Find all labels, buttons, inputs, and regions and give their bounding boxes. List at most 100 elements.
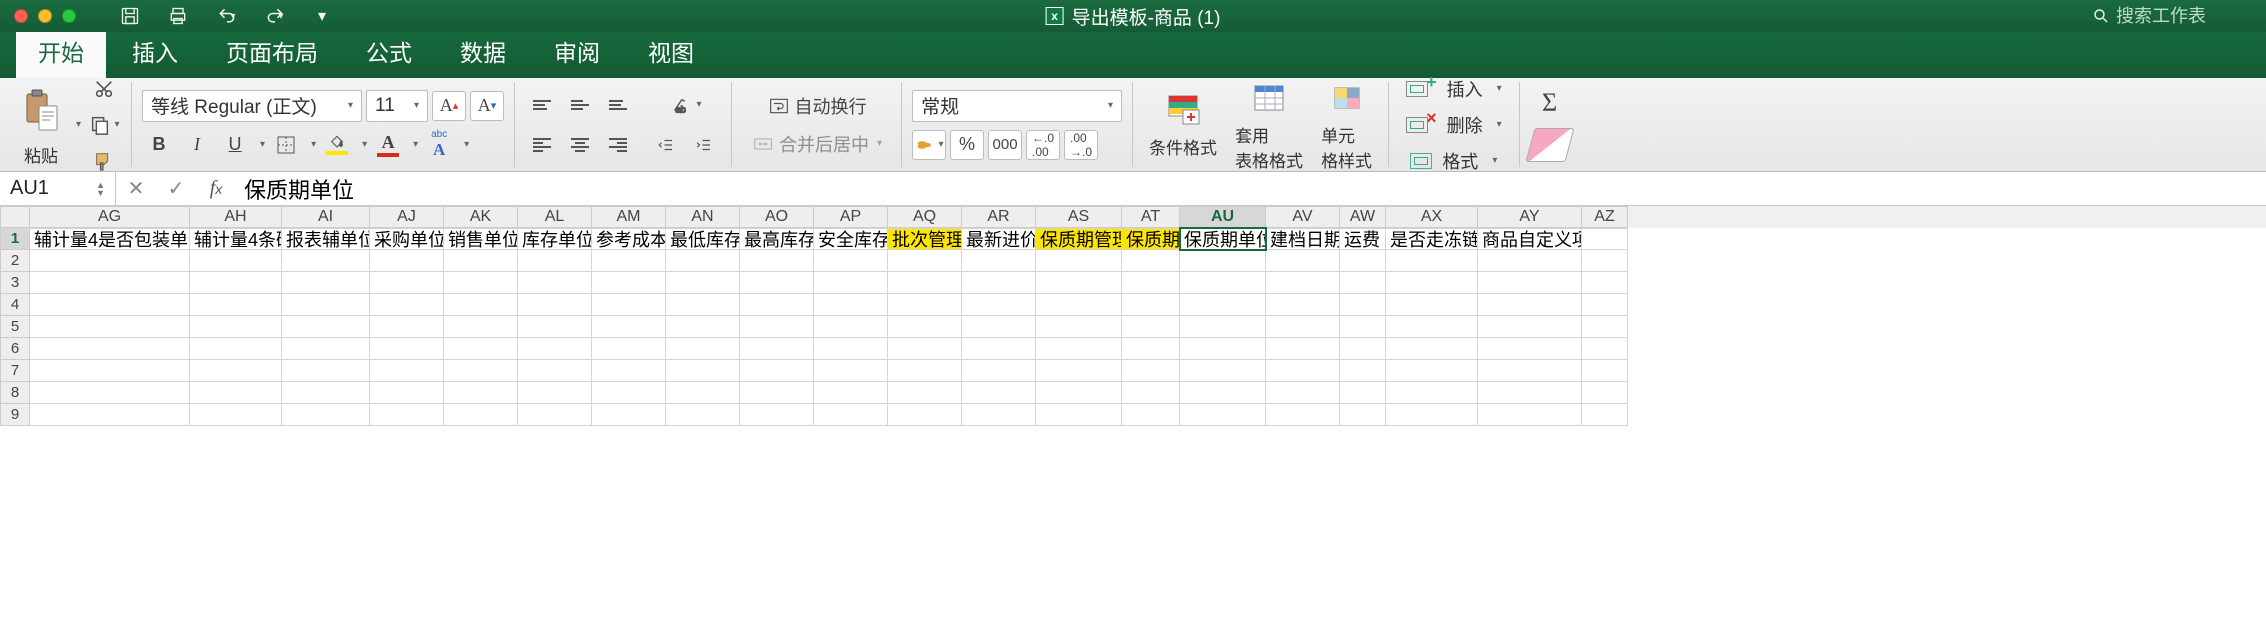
spreadsheet-grid[interactable]: AGAHAIAJAKALAMANAOAPAQARASATAUAVAWAXAYAZ… [0, 206, 2266, 426]
accept-formula-button[interactable]: ✓ [156, 172, 196, 205]
cell[interactable] [1122, 360, 1180, 382]
cell[interactable] [1478, 272, 1582, 294]
cell[interactable] [962, 338, 1036, 360]
cell[interactable] [30, 250, 190, 272]
cell[interactable] [814, 294, 888, 316]
cell[interactable] [1340, 382, 1386, 404]
row-header[interactable]: 5 [0, 316, 30, 338]
cell[interactable] [370, 250, 444, 272]
tab-review[interactable]: 审阅 [532, 24, 622, 78]
cell[interactable] [962, 404, 1036, 426]
cell[interactable] [282, 250, 370, 272]
orientation-button[interactable]: ab▾ [649, 90, 721, 120]
cell[interactable] [1266, 382, 1340, 404]
cell[interactable]: 销售单位 [444, 228, 518, 250]
cell[interactable] [1386, 250, 1478, 272]
paste-button[interactable] [16, 82, 66, 138]
cell[interactable] [518, 272, 592, 294]
column-header[interactable]: AZ [1582, 206, 1628, 228]
close-window-icon[interactable] [14, 9, 28, 23]
cell[interactable] [740, 250, 814, 272]
cell[interactable] [740, 382, 814, 404]
cell[interactable] [30, 382, 190, 404]
select-all-corner[interactable] [0, 206, 30, 228]
row-header[interactable]: 7 [0, 360, 30, 382]
format-cells-button[interactable]: 格式▾ [1399, 146, 1509, 176]
cell[interactable] [30, 360, 190, 382]
cell[interactable] [282, 294, 370, 316]
cell[interactable] [666, 382, 740, 404]
cell[interactable]: 最低库存 [666, 228, 740, 250]
cell[interactable] [190, 272, 282, 294]
maximize-window-icon[interactable] [62, 9, 76, 23]
qat-customize-icon[interactable]: ▾ [308, 5, 336, 27]
cell[interactable] [1036, 272, 1122, 294]
cell[interactable] [1122, 404, 1180, 426]
cell[interactable] [444, 250, 518, 272]
cell[interactable] [814, 404, 888, 426]
percent-button[interactable]: % [950, 130, 984, 160]
column-header[interactable]: AH [190, 206, 282, 228]
cell[interactable] [962, 316, 1036, 338]
cell[interactable] [1582, 228, 1628, 250]
cell[interactable]: 最新进价 [962, 228, 1036, 250]
column-header[interactable]: AK [444, 206, 518, 228]
row-header[interactable]: 3 [0, 272, 30, 294]
cell[interactable] [444, 382, 518, 404]
save-button[interactable] [116, 5, 144, 27]
cell[interactable] [814, 338, 888, 360]
delete-cells-button[interactable]: ×删除▾ [1399, 110, 1509, 140]
cell[interactable] [814, 360, 888, 382]
cell[interactable] [592, 404, 666, 426]
cell[interactable] [888, 294, 962, 316]
column-header[interactable]: AG [30, 206, 190, 228]
column-header[interactable]: AW [1340, 206, 1386, 228]
cell[interactable]: 辅计量4是否包装单位 [30, 228, 190, 250]
cell[interactable]: 库存单位 [518, 228, 592, 250]
row-header[interactable]: 8 [0, 382, 30, 404]
cell[interactable] [30, 338, 190, 360]
autosum-button[interactable]: Σ [1530, 88, 1570, 118]
align-left-button[interactable] [525, 130, 559, 160]
cell[interactable] [518, 360, 592, 382]
cell[interactable]: 参考成本 [592, 228, 666, 250]
column-header[interactable]: AV [1266, 206, 1340, 228]
cell[interactable] [666, 272, 740, 294]
cell[interactable] [1122, 272, 1180, 294]
cell[interactable]: 是否走冻链 [1386, 228, 1478, 250]
cell[interactable] [30, 316, 190, 338]
column-header[interactable]: AU [1180, 206, 1266, 228]
cell[interactable] [1036, 404, 1122, 426]
bold-button[interactable]: B [142, 130, 176, 160]
cell[interactable] [888, 360, 962, 382]
phonetic-button[interactable]: abcA [422, 130, 456, 160]
cell[interactable] [740, 360, 814, 382]
cell[interactable] [1180, 338, 1266, 360]
cell[interactable] [1386, 294, 1478, 316]
cell[interactable] [1266, 360, 1340, 382]
cell[interactable]: 最高库存 [740, 228, 814, 250]
cancel-formula-button[interactable]: ✕ [116, 172, 156, 205]
redo-button[interactable]: ▾ [260, 5, 288, 27]
cell[interactable] [962, 294, 1036, 316]
cell[interactable] [370, 382, 444, 404]
cell[interactable] [592, 272, 666, 294]
cell[interactable] [190, 316, 282, 338]
cell[interactable] [518, 294, 592, 316]
cell[interactable] [1340, 360, 1386, 382]
decrease-indent-button[interactable] [649, 130, 683, 160]
cell[interactable] [30, 294, 190, 316]
cell[interactable]: 建档日期 [1266, 228, 1340, 250]
cell[interactable] [1386, 272, 1478, 294]
cell[interactable]: 保质期 [1122, 228, 1180, 250]
align-center-button[interactable] [563, 130, 597, 160]
cell[interactable] [518, 382, 592, 404]
cell[interactable] [888, 250, 962, 272]
cell[interactable] [814, 316, 888, 338]
cell[interactable] [30, 404, 190, 426]
currency-button[interactable]: ▾ [912, 130, 946, 160]
cell[interactable] [1036, 360, 1122, 382]
cell[interactable] [190, 250, 282, 272]
format-as-table-button[interactable]: 套用 表格格式 [1229, 78, 1309, 172]
cell[interactable] [666, 404, 740, 426]
